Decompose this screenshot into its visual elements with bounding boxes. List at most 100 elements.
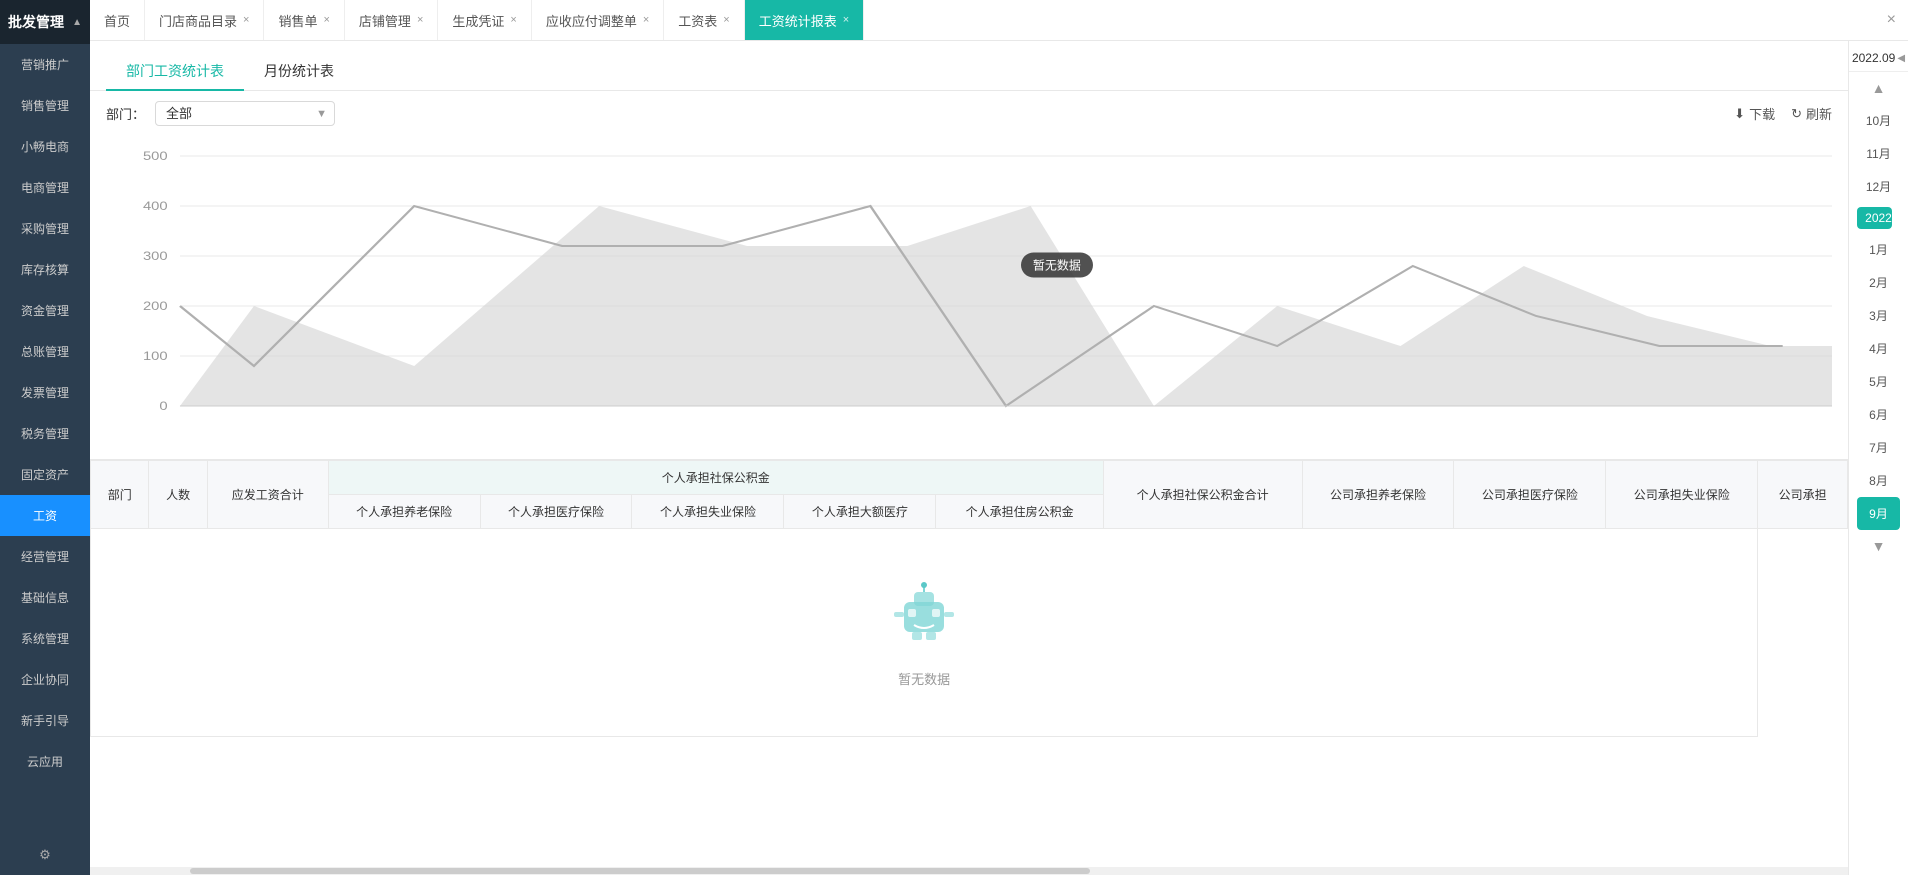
dept-select[interactable]: 全部 <box>155 101 335 126</box>
sub-tabs: 部门工资统计表 月份统计表 <box>90 41 1848 91</box>
sidebar-item-basic[interactable]: 基础信息 <box>0 577 90 618</box>
nav-down-arrow[interactable]: ▼ <box>1865 532 1893 560</box>
date-panel: 2022.09 ◀ ▲ 10月11月12月 2022 1月2月3月4月5月6月7月8… <box>1848 41 1908 875</box>
svg-text:200: 200 <box>143 299 168 312</box>
tab-voucher[interactable]: 生成凭证 × <box>438 0 531 40</box>
date-month-6[interactable]: 6月 <box>1857 398 1900 431</box>
tab-close-sales-order[interactable]: × <box>323 14 329 26</box>
sidebar-item-newbie[interactable]: 新手引导 <box>0 700 90 741</box>
tab-close-receivable[interactable]: × <box>643 14 649 26</box>
table-area[interactable]: 部门 人数 应发工资合计 个人承担社保公积金 个人承担社保公积金合计 公司承担养… <box>90 459 1848 867</box>
scrollbar-thumb[interactable] <box>190 868 1090 874</box>
sidebar-item-sales[interactable]: 销售管理 <box>0 85 90 126</box>
dept-label: 部门： <box>106 104 145 123</box>
tab-close-voucher[interactable]: × <box>510 14 516 26</box>
col-company-pension: 公司承担养老保险 <box>1302 461 1454 529</box>
sidebar-settings-button[interactable]: ⚙ <box>0 835 90 875</box>
empty-text: 暂无数据 <box>898 669 950 688</box>
sidebar-item-invoice[interactable]: 发票管理 <box>0 372 90 413</box>
date-month-11[interactable]: 11月 <box>1857 137 1900 170</box>
tab-label-store-mgmt: 店铺管理 <box>359 11 411 30</box>
sidebar-item-operations[interactable]: 经营管理 <box>0 536 90 577</box>
horizontal-scrollbar[interactable] <box>90 867 1848 875</box>
tabbar: 首页门店商品目录×销售单×店铺管理×生成凭证×应收应付调整单×工资表×工资统计报… <box>90 0 1908 41</box>
sidebar-item-finance[interactable]: 资金管理 <box>0 290 90 331</box>
sidebar-item-cloud[interactable]: 云应用 <box>0 741 90 782</box>
chart-area: 500 400 300 200 100 0 暂无数据 <box>90 136 1848 459</box>
chevron-left-icon: ◀ <box>1897 53 1905 64</box>
sidebar-item-inventory[interactable]: 库存核算 <box>0 249 90 290</box>
tab-close-salary-table[interactable]: × <box>723 14 729 26</box>
date-month-5[interactable]: 5月 <box>1857 365 1900 398</box>
page: 部门工资统计表 月份统计表 部门： 全部 ▼ <box>90 41 1848 875</box>
date-year-2022[interactable]: 2022 <box>1857 207 1892 229</box>
tab-store-catalog[interactable]: 门店商品目录 × <box>145 0 264 40</box>
sidebar-item-ecommerce[interactable]: 电商管理 <box>0 167 90 208</box>
tab-label-salary-table: 工资表 <box>678 11 717 30</box>
date-month-10[interactable]: 10月 <box>1857 104 1900 137</box>
sidebar-item-assets[interactable]: 固定资产 <box>0 454 90 495</box>
data-table: 部门 人数 应发工资合计 个人承担社保公积金 个人承担社保公积金合计 公司承担养… <box>90 460 1848 737</box>
gear-icon: ⚙ <box>39 847 51 862</box>
date-month-2[interactable]: 2月 <box>1857 266 1900 299</box>
col-salary-total: 应发工资合计 <box>207 461 328 529</box>
date-month-12[interactable]: 12月 <box>1857 170 1900 203</box>
date-month-9[interactable]: 9月 <box>1857 497 1900 530</box>
refresh-button[interactable]: ↻ 刷新 <box>1791 104 1832 123</box>
sidebar-item-system[interactable]: 系统管理 <box>0 618 90 659</box>
tab-close-salary-report[interactable]: × <box>843 14 849 26</box>
date-month-1[interactable]: 1月 <box>1857 233 1900 266</box>
tab-close-store-catalog[interactable]: × <box>243 14 249 26</box>
tab-sales-order[interactable]: 销售单× <box>264 0 344 40</box>
date-month-8[interactable]: 8月 <box>1857 464 1900 497</box>
sidebar-header[interactable]: 批发管理 ▲ <box>0 0 90 44</box>
tab-label-store-catalog: 门店商品目录 <box>159 11 237 30</box>
toolbar-left: 部门： 全部 ▼ <box>106 101 335 126</box>
download-button[interactable]: ⬇ 下载 <box>1734 104 1775 123</box>
date-year-display[interactable]: 2022.09 ◀ <box>1849 45 1908 72</box>
tab-salary-report[interactable]: 工资统计报表 × <box>745 0 864 40</box>
sidebar-item-marketing[interactable]: 营销推广 <box>0 44 90 85</box>
sidebar-item-salary[interactable]: 工资 <box>0 495 90 536</box>
sidebar-item-enterprise[interactable]: 企业协同 <box>0 659 90 700</box>
tab-receivable[interactable]: 应收应付调整单× <box>532 0 664 40</box>
content-area: 部门工资统计表 月份统计表 部门： 全部 ▼ <box>90 41 1908 875</box>
col-personal-pension: 个人承担养老保险 <box>328 495 480 529</box>
col-personal-housing: 个人承担住房公积金 <box>936 495 1104 529</box>
chart-svg: 500 400 300 200 100 0 <box>106 146 1832 446</box>
col-company-medical: 公司承担医疗保险 <box>1454 461 1606 529</box>
main-area: 首页门店商品目录×销售单×店铺管理×生成凭证×应收应付调整单×工资表×工资统计报… <box>90 0 1908 875</box>
close-all-button[interactable]: × <box>1875 11 1908 29</box>
nav-up-arrow[interactable]: ▲ <box>1865 74 1893 102</box>
toolbar-right: ⬇ 下载 ↻ 刷新 <box>1734 104 1832 123</box>
date-month-7[interactable]: 7月 <box>1857 431 1900 464</box>
tab-salary-table[interactable]: 工资表 × <box>664 0 744 40</box>
col-personal-major-medical: 个人承担大额医疗 <box>784 495 936 529</box>
col-dept: 部门 <box>91 461 149 529</box>
date-month-3[interactable]: 3月 <box>1857 299 1900 332</box>
sidebar-item-ecommerce-small[interactable]: 小畅电商 <box>0 126 90 167</box>
tab-label-home: 首页 <box>104 11 130 30</box>
tab-label-voucher: 生成凭证 <box>452 11 504 30</box>
tab-label-salary-report: 工资统计报表 <box>759 11 837 30</box>
sidebar-item-purchase[interactable]: 采购管理 <box>0 208 90 249</box>
tab-store-mgmt[interactable]: 店铺管理 × <box>345 0 438 40</box>
col-count: 人数 <box>149 461 207 529</box>
col-company-more: 公司承担 <box>1758 461 1848 529</box>
col-group-personal: 个人承担社保公积金 <box>328 461 1103 495</box>
tab-home[interactable]: 首页 <box>90 0 145 40</box>
date-month-4[interactable]: 4月 <box>1857 332 1900 365</box>
col-company-unemployment: 公司承担失业保险 <box>1606 461 1758 529</box>
dept-select-wrapper: 全部 ▼ <box>155 101 335 126</box>
tab-close-store-mgmt[interactable]: × <box>417 14 423 26</box>
col-personal-medical: 个人承担医疗保险 <box>480 495 632 529</box>
col-personal-total: 个人承担社保公积金合计 <box>1103 461 1302 529</box>
empty-robot-icon <box>884 577 964 657</box>
tab-dept-salary[interactable]: 部门工资统计表 <box>106 53 244 91</box>
sidebar-title: 批发管理 <box>8 12 64 32</box>
sidebar-item-tax[interactable]: 税务管理 <box>0 413 90 454</box>
download-icon: ⬇ <box>1734 106 1745 122</box>
svg-text:500: 500 <box>143 149 168 162</box>
sidebar-item-ledger[interactable]: 总账管理 <box>0 331 90 372</box>
tab-month-stats[interactable]: 月份统计表 <box>244 53 354 91</box>
